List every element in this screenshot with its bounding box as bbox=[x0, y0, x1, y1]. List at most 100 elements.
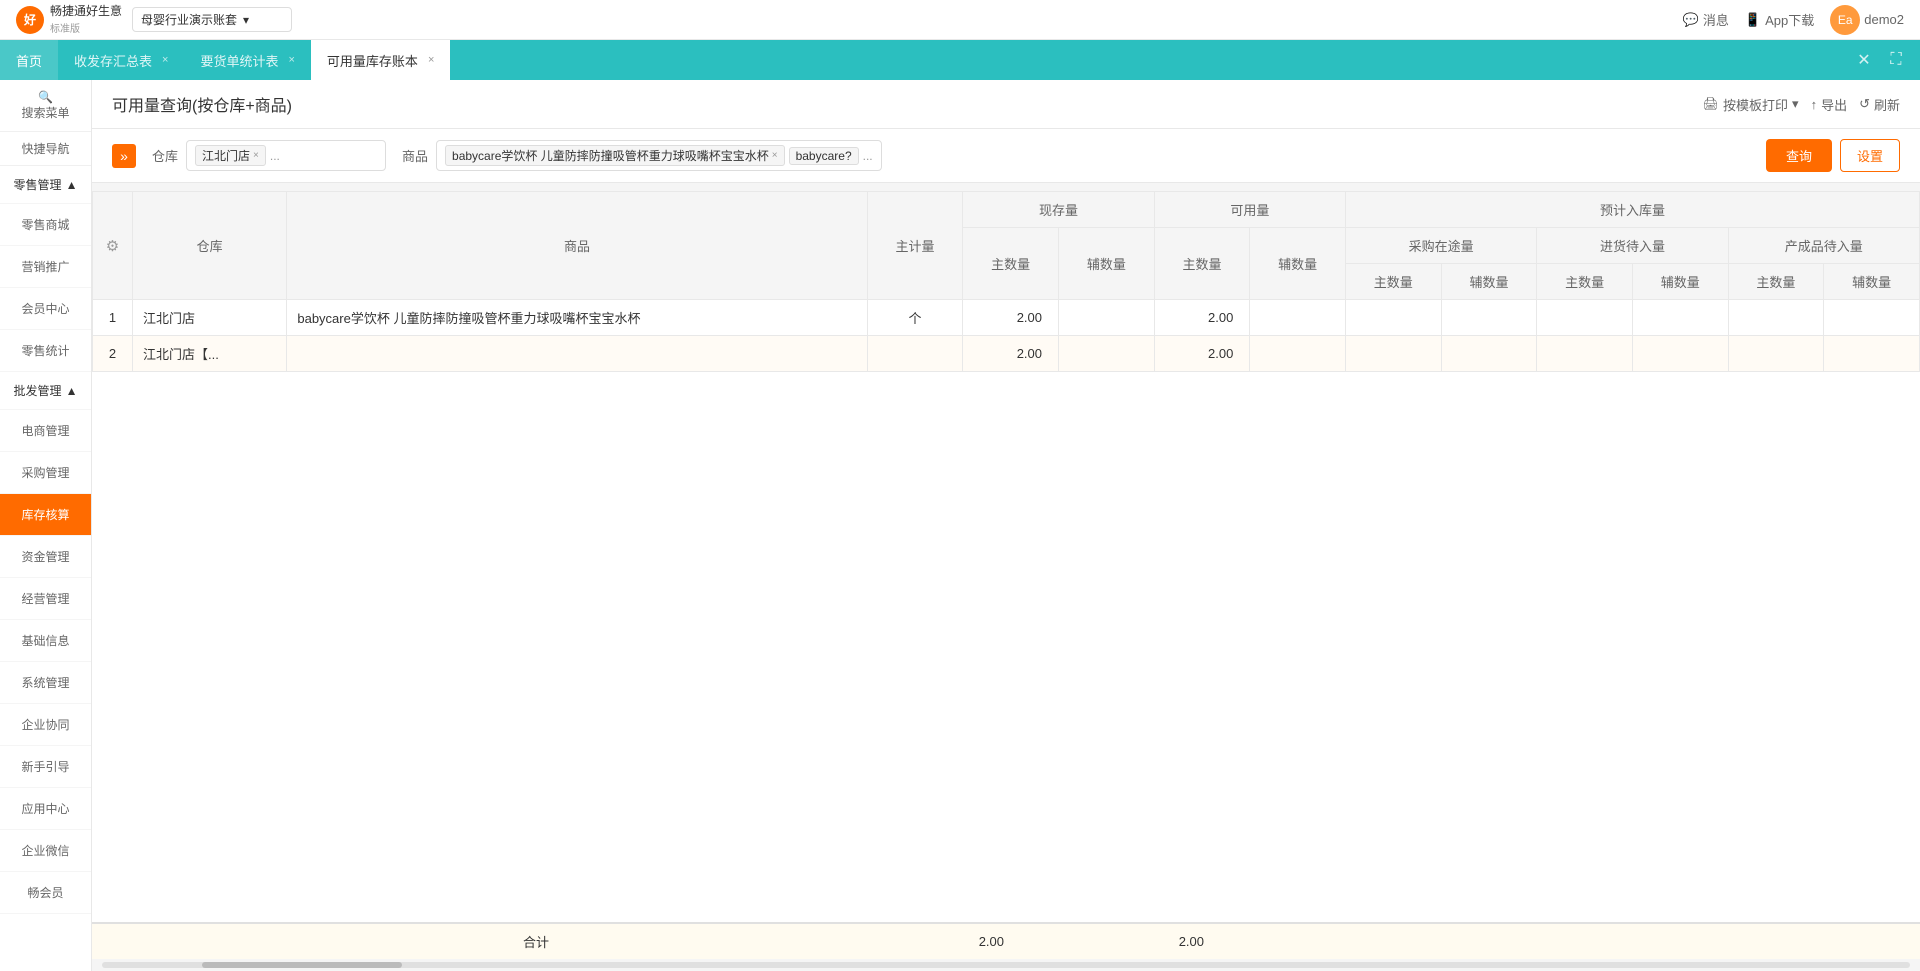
scroll-thumb[interactable] bbox=[202, 962, 402, 968]
scroll-track[interactable] bbox=[102, 962, 1910, 968]
table-area: ⚙ 仓库 商品 主计量 现存量 可用量 预计入库量 主数量 辅数量 主数量 辅数… bbox=[92, 191, 1920, 922]
th-unit: 主计量 bbox=[867, 192, 963, 300]
scroll-bar-area[interactable] bbox=[92, 959, 1920, 971]
tab-available-stock[interactable]: 可用量库存账本 × bbox=[311, 40, 450, 80]
td-instock-pending-main bbox=[1537, 300, 1633, 336]
sidebar-item-inventory[interactable]: 库存核算 bbox=[0, 494, 91, 536]
td-warehouse: 江北门店 bbox=[133, 300, 287, 336]
sidebar-item-purchase-label: 采购管理 bbox=[21, 464, 69, 481]
th-stock-aux: 辅数量 bbox=[1059, 228, 1155, 300]
tab-home[interactable]: 首页 bbox=[0, 40, 58, 80]
sidebar-item-purchase[interactable]: 采购管理 bbox=[0, 452, 91, 494]
sidebar-item-marketing-label: 营销推广 bbox=[21, 258, 69, 275]
footer-stock-main: 2.00 bbox=[920, 934, 1020, 949]
message-icon: 💬 bbox=[1683, 12, 1699, 28]
td-available-main: 2.00 bbox=[1154, 300, 1250, 336]
th-purchase-transit-main: 主数量 bbox=[1345, 264, 1441, 300]
sidebar-item-basic-info-label: 基础信息 bbox=[21, 632, 69, 649]
sidebar-quick-nav[interactable]: 快捷导航 bbox=[0, 132, 91, 166]
td-p-t-main-2 bbox=[1345, 336, 1441, 372]
logo-icon: 好 bbox=[16, 6, 44, 34]
sidebar-item-wholesale-mgmt[interactable]: 批发管理 ▲ bbox=[0, 372, 91, 410]
td-purchase-transit-aux bbox=[1441, 300, 1537, 336]
table-row-subtotal: 2 江北门店【... 2.00 2.00 bbox=[93, 336, 1920, 372]
warehouse-filter-input[interactable]: 江北门店 × ... bbox=[186, 140, 386, 171]
td-stock-aux bbox=[1059, 300, 1155, 336]
sidebar-item-member-label: 会员中心 bbox=[21, 300, 69, 317]
nav-fullscreen-btn[interactable]: ⛶ bbox=[1884, 48, 1908, 72]
sidebar-item-retail-stats[interactable]: 零售统计 bbox=[0, 330, 91, 372]
th-instock-pending: 进货待入量 bbox=[1537, 228, 1728, 264]
sidebar-item-cooperation[interactable]: 企业协同 bbox=[0, 704, 91, 746]
tab-order-stats-close[interactable]: × bbox=[288, 54, 294, 66]
tab-available-stock-label: 可用量库存账本 bbox=[327, 51, 418, 70]
setting-button[interactable]: 设置 bbox=[1840, 139, 1900, 172]
warehouse-filter-group: 仓库 江北门店 × ... bbox=[152, 140, 386, 171]
td-i-p-aux-2 bbox=[1632, 336, 1728, 372]
nav-close-btn[interactable]: ✕ bbox=[1852, 48, 1876, 72]
warehouse-filter-more[interactable]: ... bbox=[270, 149, 280, 163]
nav-window-actions: ✕ ⛶ bbox=[1852, 48, 1920, 72]
th-available-main: 主数量 bbox=[1154, 228, 1250, 300]
sidebar-item-marketing[interactable]: 营销推广 bbox=[0, 246, 91, 288]
td-index: 1 bbox=[93, 300, 133, 336]
table-header-row-1: ⚙ 仓库 商品 主计量 现存量 可用量 预计入库量 bbox=[93, 192, 1920, 228]
page-header-actions: 🖨 按模板打印 ▾ ↑ 导出 ↺ 刷新 bbox=[1703, 95, 1901, 114]
tab-order-stats-label: 要货单统计表 bbox=[200, 51, 278, 70]
filter-expand-btn[interactable]: » bbox=[112, 144, 136, 168]
th-instock-pending-aux: 辅数量 bbox=[1632, 264, 1728, 300]
th-settings: ⚙ bbox=[93, 192, 133, 300]
export-btn[interactable]: ↑ 导出 bbox=[1811, 95, 1848, 114]
account-selector[interactable]: 母婴行业演示账套 ▾ bbox=[132, 7, 292, 32]
sidebar-item-guide[interactable]: 新手引导 bbox=[0, 746, 91, 788]
goods-tag-0-close[interactable]: × bbox=[772, 150, 778, 161]
message-btn[interactable]: 💬 消息 bbox=[1683, 10, 1729, 29]
table-row: 1 江北门店 babycare学饮杯 儿童防摔防撞吸管杯重力球吸嘴杯宝宝水杯 个… bbox=[93, 300, 1920, 336]
sidebar-item-ecommerce[interactable]: 电商管理 bbox=[0, 410, 91, 452]
sidebar-item-app-center[interactable]: 应用中心 bbox=[0, 788, 91, 830]
print-label: 按模板打印 bbox=[1723, 95, 1788, 114]
user-initials: Ea bbox=[1838, 13, 1853, 27]
sidebar-quick-nav-label: 快捷导航 bbox=[21, 142, 69, 156]
sidebar-item-member-pro[interactable]: 畅会员 bbox=[0, 872, 91, 914]
goods-filter-input[interactable]: babycare学饮杯 儿童防摔防撞吸管杯重力球吸嘴杯宝宝水杯 × babyca… bbox=[436, 140, 882, 171]
query-button[interactable]: 查询 bbox=[1766, 139, 1832, 172]
td-p-t-aux-2 bbox=[1441, 336, 1537, 372]
gear-icon[interactable]: ⚙ bbox=[106, 238, 119, 255]
expand-icon: ▲ bbox=[66, 178, 78, 192]
sidebar-item-basic-info[interactable]: 基础信息 bbox=[0, 620, 91, 662]
tab-receive-summary-close[interactable]: × bbox=[162, 54, 168, 66]
goods-filter-more[interactable]: ... bbox=[863, 149, 873, 163]
footer-available-main: 2.00 bbox=[1120, 934, 1220, 949]
sidebar-item-finance[interactable]: 资金管理 bbox=[0, 536, 91, 578]
sidebar-item-member[interactable]: 会员中心 bbox=[0, 288, 91, 330]
sidebar-item-retail-store[interactable]: 零售商城 bbox=[0, 204, 91, 246]
th-stock-main: 主数量 bbox=[963, 228, 1059, 300]
sidebar: 🔍 搜索菜单 快捷导航 零售管理 ▲ 零售商城 营销推广 会员中心 零售统计 批… bbox=[0, 80, 92, 971]
avatar: Ea bbox=[1830, 5, 1860, 35]
app-download-btn[interactable]: 📱 App下载 bbox=[1745, 10, 1814, 29]
refresh-label: 刷新 bbox=[1874, 95, 1900, 114]
tab-receive-summary[interactable]: 收发存汇总表 × bbox=[58, 40, 184, 80]
sidebar-item-finance-label: 资金管理 bbox=[21, 548, 69, 565]
td-available-aux bbox=[1250, 300, 1346, 336]
sidebar-item-retail-stats-label: 零售统计 bbox=[21, 342, 69, 359]
refresh-btn[interactable]: ↺ 刷新 bbox=[1859, 95, 1900, 114]
sidebar-item-guide-label: 新手引导 bbox=[21, 758, 69, 775]
filter-actions: 查询 设置 bbox=[1766, 139, 1900, 172]
download-label: App下载 bbox=[1765, 10, 1814, 29]
sidebar-item-wechat[interactable]: 企业微信 bbox=[0, 830, 91, 872]
sidebar-search-label: 搜索菜单 bbox=[8, 104, 83, 121]
sidebar-search[interactable]: 🔍 搜索菜单 bbox=[0, 80, 91, 132]
top-bar: 好 畅捷通好生意 标准版 母婴行业演示账套 ▾ 💬 消息 📱 App下载 Ea … bbox=[0, 0, 1920, 40]
sidebar-item-operations[interactable]: 经营管理 bbox=[0, 578, 91, 620]
print-btn[interactable]: 🖨 按模板打印 ▾ bbox=[1703, 95, 1799, 114]
sidebar-item-system[interactable]: 系统管理 bbox=[0, 662, 91, 704]
warehouse-tag-close[interactable]: × bbox=[253, 150, 259, 161]
th-forecast: 预计入库量 bbox=[1345, 192, 1919, 228]
tab-available-stock-close[interactable]: × bbox=[428, 54, 434, 66]
tab-order-stats[interactable]: 要货单统计表 × bbox=[184, 40, 310, 80]
user-name: demo2 bbox=[1864, 12, 1904, 27]
sidebar-item-retail-mgmt[interactable]: 零售管理 ▲ bbox=[0, 166, 91, 204]
user-profile[interactable]: Ea demo2 bbox=[1830, 5, 1904, 35]
